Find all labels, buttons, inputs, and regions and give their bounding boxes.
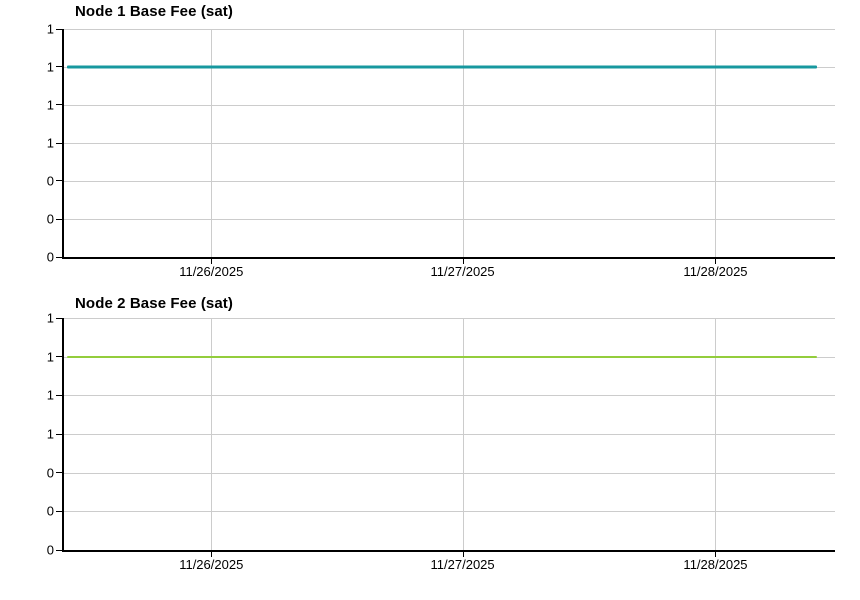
node-1-base-fee-chart: Node 1 Base Fee (sat) 1 1 1 1 0 0 0 11/26/2025 1… bbox=[0, 0, 860, 292]
vertical-gridline bbox=[462, 29, 464, 257]
y-axis-tick bbox=[56, 549, 62, 551]
y-tick-label: 1 bbox=[46, 21, 54, 37]
y-tick-label: 0 bbox=[46, 503, 54, 519]
y-axis-tick bbox=[56, 472, 62, 474]
horizontal-gridline bbox=[64, 104, 835, 106]
y-axis-tick bbox=[56, 142, 62, 144]
plot-area: 1 1 1 1 0 0 0 11/26/2025 11/27/2025 11/28/2025 bbox=[47, 23, 835, 279]
node-2-base-fee-chart: Node 2 Base Fee (sat) 1 1 1 1 0 0 0 11/26/2025 1… bbox=[0, 292, 860, 600]
y-axis-tick bbox=[56, 356, 62, 358]
vertical-gridline bbox=[715, 318, 717, 550]
chart-title: Node 2 Base Fee (sat) bbox=[75, 295, 233, 312]
y-tick-label: 0 bbox=[46, 465, 54, 481]
series-line bbox=[67, 65, 818, 69]
y-axis-tick bbox=[56, 28, 62, 30]
horizontal-gridline bbox=[64, 434, 835, 435]
horizontal-gridline bbox=[64, 180, 835, 182]
y-tick-label: 0 bbox=[46, 211, 54, 227]
dashboard-page: Node 1 Base Fee (sat) 1 1 1 1 0 0 0 11/26/2025 1… bbox=[0, 0, 860, 600]
y-tick-label: 1 bbox=[46, 59, 54, 75]
x-tick-label: 11/27/2025 bbox=[430, 264, 495, 279]
horizontal-gridline bbox=[64, 219, 835, 220]
y-tick-label: 0 bbox=[46, 542, 54, 558]
x-tick-label: 11/28/2025 bbox=[683, 557, 748, 572]
y-tick-label: 1 bbox=[46, 135, 54, 151]
y-tick-label: 1 bbox=[46, 349, 54, 365]
x-tick-label: 11/26/2025 bbox=[179, 264, 244, 279]
horizontal-gridline bbox=[64, 511, 835, 513]
y-tick-label: 0 bbox=[46, 249, 54, 265]
x-tick-label: 11/27/2025 bbox=[430, 557, 495, 572]
horizontal-gridline bbox=[64, 472, 835, 474]
y-axis-tick bbox=[56, 433, 62, 435]
y-axis-tick bbox=[56, 510, 62, 512]
vertical-gridline bbox=[211, 318, 213, 550]
chart-title: Node 1 Base Fee (sat) bbox=[75, 3, 233, 20]
series-line bbox=[67, 355, 818, 358]
vertical-gridline bbox=[211, 29, 213, 257]
y-tick-label: 1 bbox=[46, 310, 54, 326]
y-axis-tick bbox=[56, 66, 62, 68]
horizontal-gridline bbox=[64, 318, 835, 319]
vertical-gridline bbox=[715, 29, 717, 257]
y-axis-tick bbox=[56, 180, 62, 182]
y-axis-tick bbox=[56, 394, 62, 396]
x-tick-label: 11/28/2025 bbox=[683, 264, 748, 279]
y-tick-label: 1 bbox=[46, 97, 54, 113]
y-axis-tick bbox=[56, 218, 62, 220]
y-axis-tick bbox=[56, 317, 62, 319]
plot-area: 1 1 1 1 0 0 0 11/26/2025 11/27/2025 11/28/2025 bbox=[47, 312, 835, 572]
vertical-gridline bbox=[462, 318, 464, 550]
horizontal-gridline bbox=[64, 395, 835, 397]
y-axis-tick bbox=[56, 256, 62, 258]
horizontal-gridline bbox=[64, 143, 835, 144]
y-axis-tick bbox=[56, 104, 62, 106]
y-tick-label: 1 bbox=[46, 387, 54, 403]
x-tick-label: 11/26/2025 bbox=[179, 557, 244, 572]
y-tick-label: 1 bbox=[46, 426, 54, 442]
horizontal-gridline bbox=[64, 29, 835, 30]
y-tick-label: 0 bbox=[46, 173, 54, 189]
